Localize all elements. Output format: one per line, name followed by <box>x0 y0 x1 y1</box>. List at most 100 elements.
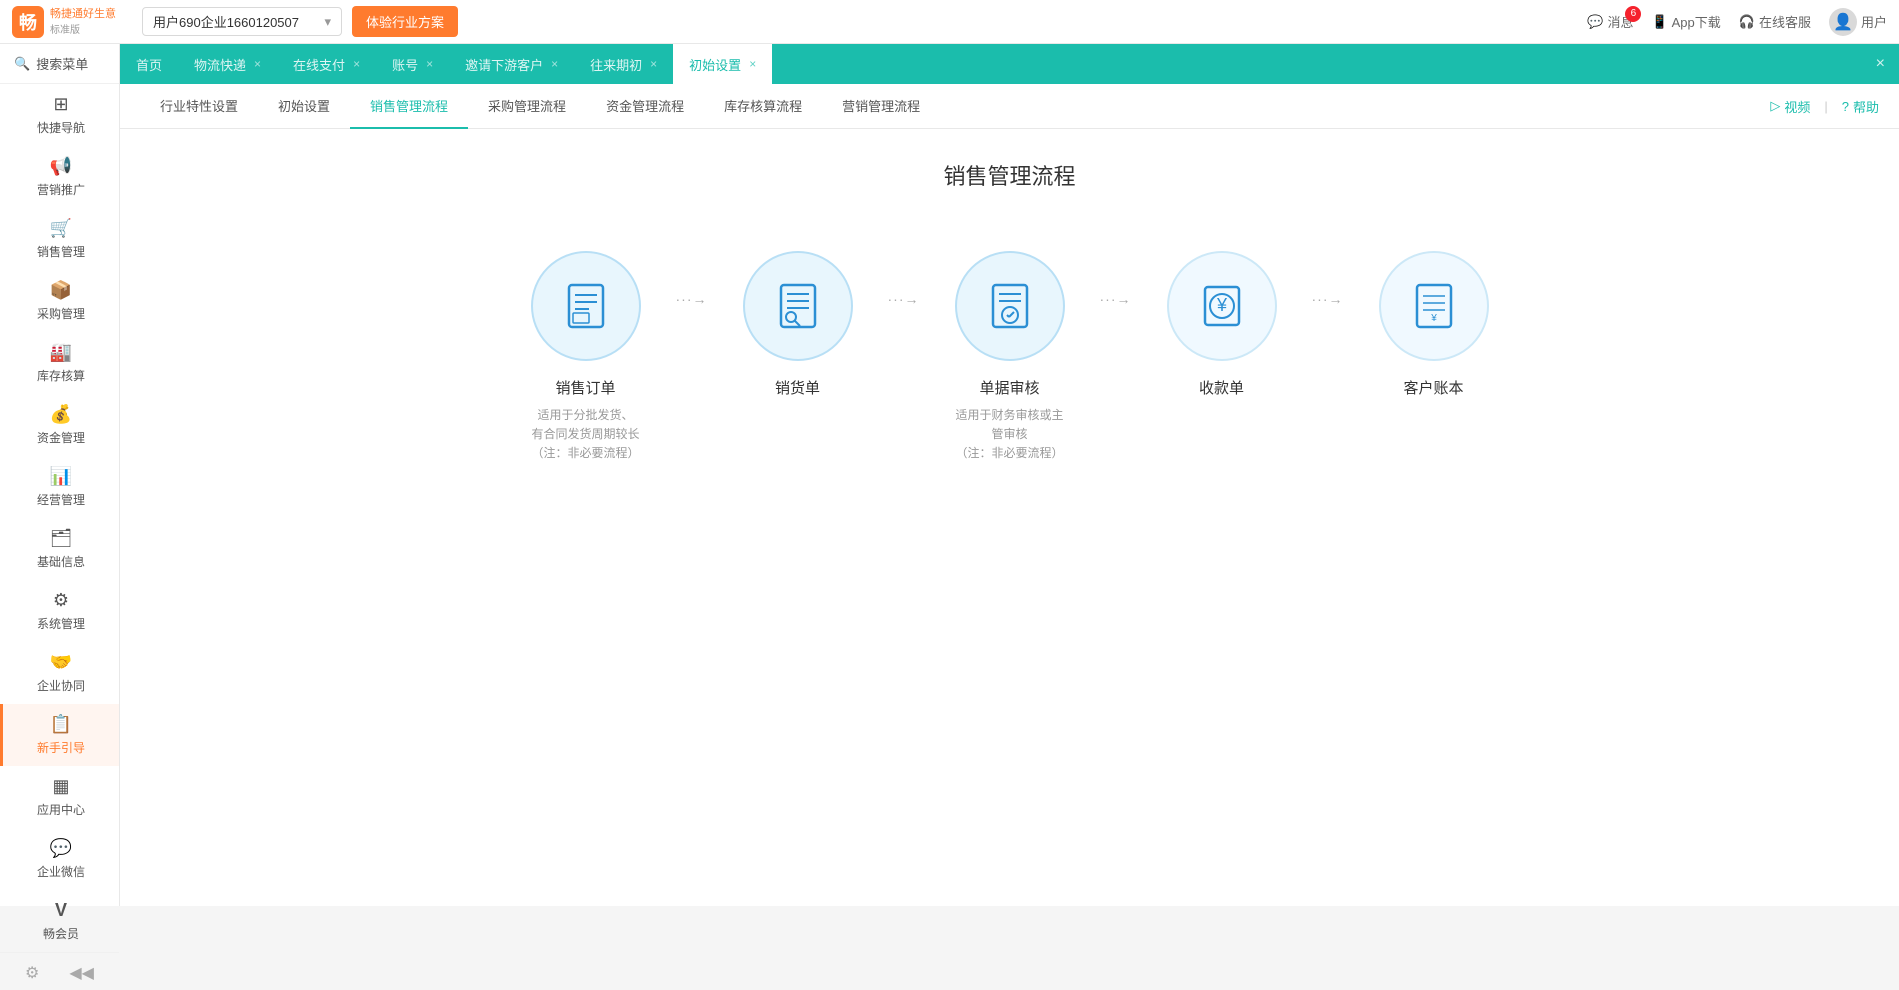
tab-home[interactable]: 首页 <box>120 44 178 84</box>
sidebar-item-inventory-label: 库存核算 <box>37 367 85 384</box>
help-label: 帮助 <box>1853 97 1879 116</box>
tab-payment-close[interactable]: × <box>353 57 360 71</box>
help-item[interactable]: ? 帮助 <box>1842 97 1879 116</box>
step-circle-account-book[interactable]: ¥ <box>1379 251 1489 361</box>
sub-tab-inventory-flow-label: 库存核算流程 <box>724 99 802 114</box>
sidebar-item-finance-label: 资金管理 <box>37 429 85 446</box>
tab-payment[interactable]: 在线支付 × <box>277 44 376 84</box>
tab-init-settings[interactable]: 初始设置 × <box>673 44 772 84</box>
tab-invite[interactable]: 邀请下游客户 × <box>449 44 574 84</box>
arrow-dots-2: ···→ <box>888 291 920 307</box>
flow-content: 销售管理流程 销售订单 适用于分批发货、有合同发货周期较长（注：非必要流程） <box>120 129 1899 494</box>
tab-invite-label: 邀请下游客户 <box>465 55 543 74</box>
user-selector-text: 用户690企业1660120507 <box>153 12 299 31</box>
invoice-icon <box>773 281 823 331</box>
sidebar-item-sales[interactable]: 🛒 销售管理 <box>0 208 119 270</box>
sidebar-item-wechat[interactable]: 💬 企业微信 <box>0 828 119 890</box>
sidebar-item-marketing[interactable]: 📢 营销推广 <box>0 146 119 208</box>
user-avatar-icon: 👤 <box>1833 12 1853 32</box>
tab-period-close[interactable]: × <box>650 57 657 71</box>
top-bar: 畅 畅捷通好生意 标准版 用户690企业1660120507 ▾ 体验行业方案 … <box>0 0 1899 44</box>
search-icon: 🔍 <box>14 56 30 72</box>
tab-logistics[interactable]: 物流快递 × <box>178 44 277 84</box>
sidebar-item-inventory[interactable]: 🏭 库存核算 <box>0 332 119 394</box>
flow-steps: 销售订单 适用于分批发货、有合同发货周期较长（注：非必要流程） ···→ <box>180 251 1839 464</box>
user-item[interactable]: 👤 用户 <box>1829 8 1887 36</box>
nav-close-all-button[interactable]: × <box>1862 44 1899 84</box>
tab-logistics-label: 物流快递 <box>194 55 246 74</box>
sidebar-item-sales-label: 销售管理 <box>37 243 85 260</box>
sub-tab-sales-flow-label: 销售管理流程 <box>370 99 448 114</box>
flow-title: 销售管理流程 <box>180 159 1839 191</box>
handshake-icon: 🤝 <box>50 652 72 673</box>
sub-tabs-right: ▷ 视频 | ? 帮助 <box>1770 97 1879 116</box>
approval-icon <box>985 281 1035 331</box>
step-name-account-book: 客户账本 <box>1403 377 1463 398</box>
experience-button[interactable]: 体验行业方案 <box>352 6 458 37</box>
flow-step-approval: 单据审核 适用于财务审核或主管审核（注：非必要流程） <box>920 251 1100 464</box>
sub-tab-industry[interactable]: 行业特性设置 <box>140 84 258 129</box>
tab-account[interactable]: 账号 × <box>376 44 449 84</box>
sub-tab-sales-flow[interactable]: 销售管理流程 <box>350 84 468 129</box>
step-circle-approval[interactable] <box>955 251 1065 361</box>
sidebar-item-marketing-label: 营销推广 <box>37 181 85 198</box>
video-label: 视频 <box>1784 97 1810 116</box>
sub-tab-purchase-flow[interactable]: 采购管理流程 <box>468 84 586 129</box>
tab-account-close[interactable]: × <box>426 57 433 71</box>
sub-tab-finance-flow[interactable]: 资金管理流程 <box>586 84 704 129</box>
arrow-dots-3: ···→ <box>1100 291 1132 307</box>
tab-init-settings-close[interactable]: × <box>749 57 756 71</box>
app-download-item[interactable]: 📱 App下载 <box>1651 12 1720 31</box>
tab-account-label: 账号 <box>392 55 418 74</box>
question-icon: ? <box>1842 99 1849 114</box>
sidebar-item-newbie-label: 新手引导 <box>37 739 85 756</box>
sub-tab-marketing-flow[interactable]: 营销管理流程 <box>822 84 940 129</box>
wechat-icon: 💬 <box>50 838 72 859</box>
message-badge: 6 <box>1625 6 1641 22</box>
sidebar-item-wechat-label: 企业微信 <box>37 863 85 880</box>
sidebar-item-collab-label: 企业协同 <box>37 677 85 694</box>
step-circle-receipt[interactable]: ¥ <box>1167 251 1277 361</box>
sidebar-search-label: 搜索菜单 <box>36 54 88 73</box>
online-service-label: 在线客服 <box>1759 12 1811 31</box>
sub-tab-init[interactable]: 初始设置 <box>258 84 350 129</box>
tab-invite-close[interactable]: × <box>551 57 558 71</box>
step-desc-sales-order: 适用于分批发货、有合同发货周期较长（注：非必要流程） <box>531 406 639 464</box>
logo-text: 畅捷通好生意 <box>50 7 116 21</box>
sidebar-item-basic[interactable]: 🗂 基础信息 <box>0 518 119 580</box>
sidebar-item-apps[interactable]: ▦ 应用中心 <box>0 766 119 828</box>
sidebar-item-newbie[interactable]: 📋 新手引导 <box>0 704 119 766</box>
nav-tabs: 首页 物流快递 × 在线支付 × 账号 × 邀请下游客户 × 往来期初 × 初始… <box>120 44 1899 84</box>
video-help-item[interactable]: ▷ 视频 <box>1770 97 1810 116</box>
sidebar-item-finance[interactable]: 💰 资金管理 <box>0 394 119 456</box>
sidebar-item-collab[interactable]: 🤝 企业协同 <box>0 642 119 704</box>
tab-period[interactable]: 往来期初 × <box>574 44 673 84</box>
money-icon: 💰 <box>50 404 72 425</box>
folder-icon: 🗂 <box>50 528 73 549</box>
step-circle-sales-order[interactable] <box>531 251 641 361</box>
sidebar-search[interactable]: 🔍 搜索菜单 <box>0 44 119 84</box>
sidebar-item-operation[interactable]: 📊 经营管理 <box>0 456 119 518</box>
box-icon: 📦 <box>50 280 72 301</box>
main-content: 行业特性设置 初始设置 销售管理流程 采购管理流程 资金管理流程 库存核算流程 … <box>120 84 1899 906</box>
sidebar-item-purchase[interactable]: 📦 采购管理 <box>0 270 119 332</box>
message-icon: 💬 <box>1587 14 1603 30</box>
tab-logistics-close[interactable]: × <box>254 57 261 71</box>
step-desc-approval: 适用于财务审核或主管审核（注：非必要流程） <box>955 406 1063 464</box>
avatar: 👤 <box>1829 8 1857 36</box>
sidebar-item-purchase-label: 采购管理 <box>37 305 85 322</box>
step-name-receipt: 收款单 <box>1199 377 1244 398</box>
sidebar-item-quick-nav[interactable]: ⊞ 快捷导航 <box>0 84 119 146</box>
sub-tab-purchase-flow-label: 采购管理流程 <box>488 99 566 114</box>
top-bar-right: 💬 消息 6 📱 App下载 🎧 在线客服 👤 用户 <box>1587 8 1887 36</box>
online-service-item[interactable]: 🎧 在线客服 <box>1739 12 1811 31</box>
step-circle-invoice[interactable] <box>743 251 853 361</box>
sub-tab-inventory-flow[interactable]: 库存核算流程 <box>704 84 822 129</box>
step-name-sales-order: 销售订单 <box>555 377 615 398</box>
step-name-approval: 单据审核 <box>979 377 1039 398</box>
user-selector[interactable]: 用户690企业1660120507 ▾ <box>142 7 342 36</box>
message-item[interactable]: 💬 消息 6 <box>1587 12 1633 31</box>
tab-home-label: 首页 <box>136 55 162 74</box>
sub-tab-init-label: 初始设置 <box>278 99 330 114</box>
sidebar-item-system[interactable]: ⚙ 系统管理 <box>0 580 119 642</box>
